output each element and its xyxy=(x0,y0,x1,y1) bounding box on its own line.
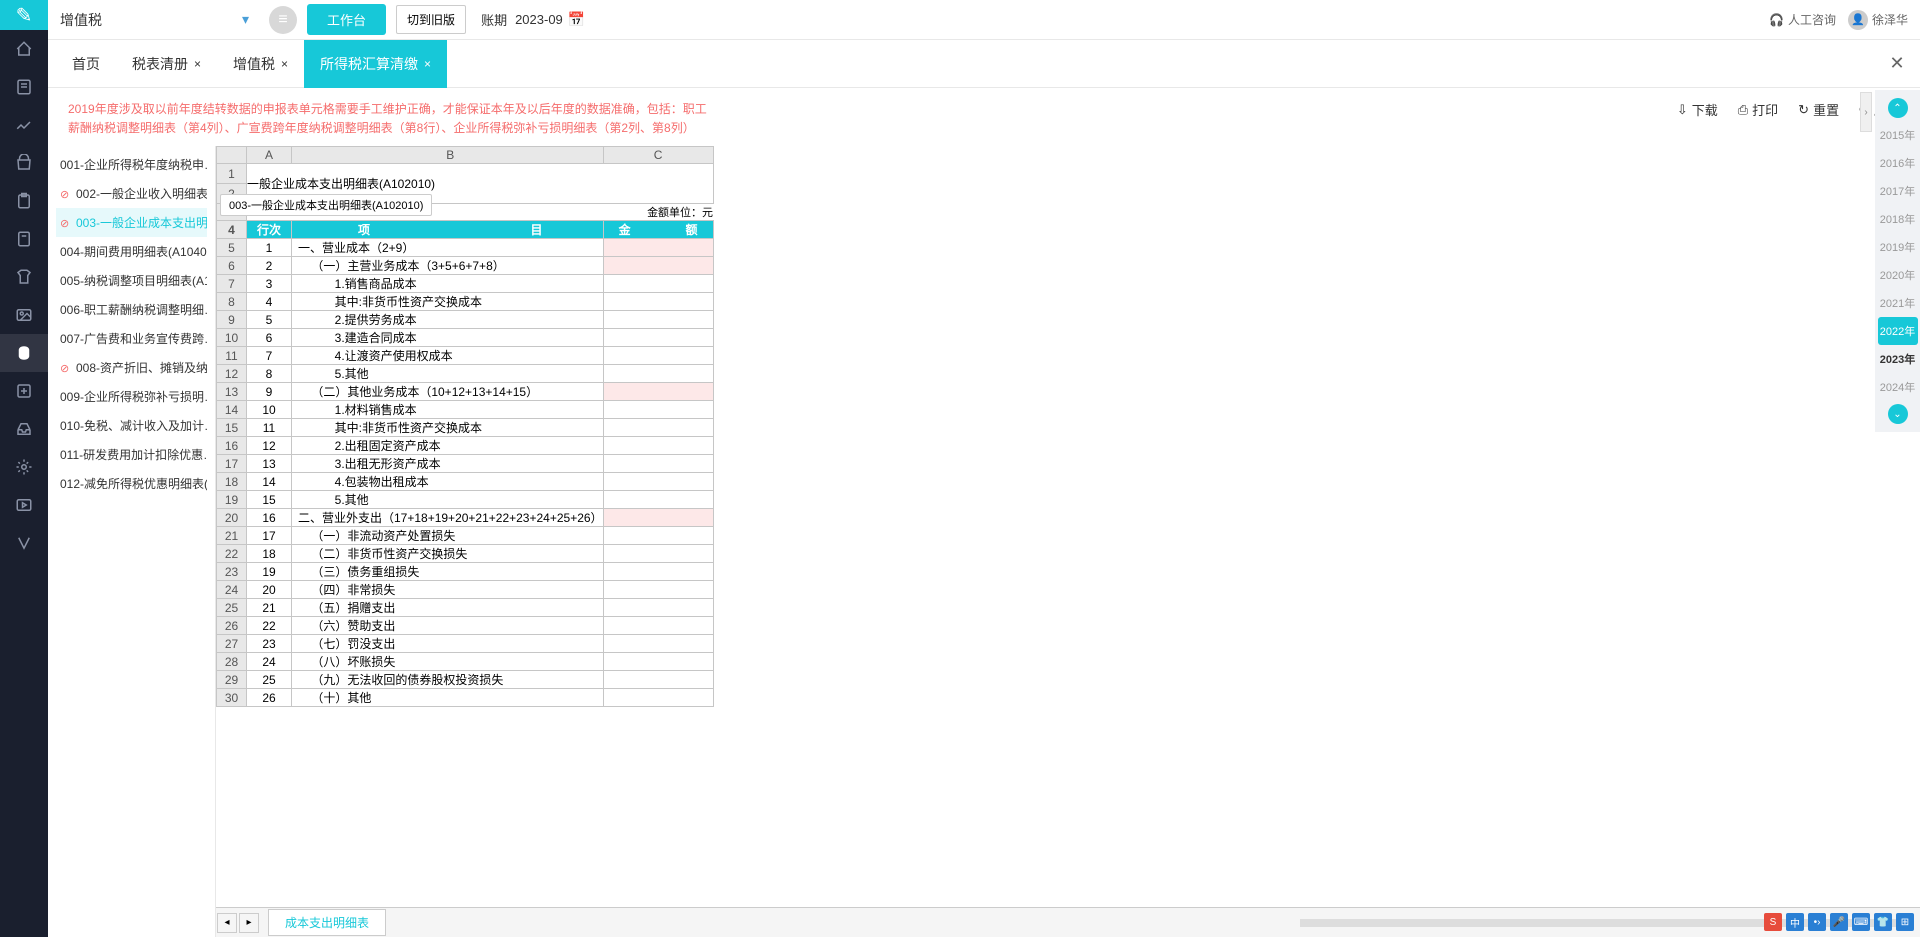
form-list-item[interactable]: ⊘003-一般企业成本支出明细… xyxy=(56,208,207,237)
form-list: 001-企业所得税年度纳税申…⊘002-一般企业收入明细表(A…⊘003-一般企… xyxy=(48,146,216,937)
form-list-item[interactable]: 005-纳税调整项目明细表(A1… xyxy=(56,266,207,295)
app-logo[interactable]: ✎ xyxy=(0,0,48,30)
nav-calc[interactable] xyxy=(0,220,48,258)
year-panel: ⌃ 2015年2016年2017年2018年2019年2020年2021年202… xyxy=(1875,90,1920,432)
print-icon: ⎙ xyxy=(1738,102,1748,118)
tab-增值税[interactable]: 增值税× xyxy=(217,40,304,88)
warning-icon: ⊘ xyxy=(60,217,72,229)
nav-tax[interactable] xyxy=(0,334,48,372)
calendar-icon[interactable]: 📅 xyxy=(568,11,585,28)
year-button[interactable]: 2022年 xyxy=(1878,317,1918,345)
tab-close-icon[interactable]: × xyxy=(424,57,431,71)
form-list-item[interactable]: ⊘002-一般企业收入明细表(A… xyxy=(56,179,207,208)
form-list-item[interactable]: 010-免税、减计收入及加计… xyxy=(56,411,207,440)
form-list-item[interactable]: ⊘008-资产折旧、摊销及纳税… xyxy=(56,353,207,382)
chevron-down-icon: ▾ xyxy=(242,11,249,28)
consult-link[interactable]: 🎧 人工咨询 xyxy=(1769,11,1836,28)
nav-export[interactable] xyxy=(0,372,48,410)
nav-shirt[interactable] xyxy=(0,258,48,296)
year-button[interactable]: 2024年 xyxy=(1878,373,1918,401)
avatar-icon: 👤 xyxy=(1848,10,1868,30)
list-icon-button[interactable]: ≡ xyxy=(269,6,297,34)
form-list-item[interactable]: 001-企业所得税年度纳税申… xyxy=(56,150,207,179)
module-name: 增值税 xyxy=(60,10,102,30)
year-up-button[interactable]: ⌃ xyxy=(1888,98,1908,118)
tab-close-icon[interactable]: × xyxy=(194,57,201,71)
year-button[interactable]: 2023年 xyxy=(1878,345,1918,373)
consult-label: 人工咨询 xyxy=(1788,11,1836,28)
nav-bag[interactable] xyxy=(0,144,48,182)
form-list-item[interactable]: 004-期间费用明细表(A1040… xyxy=(56,237,207,266)
sheet-tab-bar: ◂ ▸ 成本支出明细表 xyxy=(216,907,1920,937)
headset-icon: 🎧 xyxy=(1769,13,1784,27)
warning-icon: ⊘ xyxy=(60,188,72,200)
top-header: 增值税 ▾ ≡ 工作台 切到旧版 账期 2023-09 📅 🎧 人工咨询 👤 徐… xyxy=(48,0,1920,40)
tab-首页[interactable]: 首页 xyxy=(56,40,116,88)
year-button[interactable]: 2016年 xyxy=(1878,149,1918,177)
tab-close-icon[interactable]: × xyxy=(281,57,288,71)
workspace-button[interactable]: 工作台 xyxy=(307,4,386,35)
breadcrumb-chip: 003-一般企业成本支出明细表(A102010) xyxy=(220,194,432,216)
sheet-tab[interactable]: 成本支出明细表 xyxy=(268,909,386,936)
nav-v[interactable] xyxy=(0,524,48,562)
year-button[interactable]: 2015年 xyxy=(1878,121,1918,149)
left-sidebar: ✎ xyxy=(0,0,48,937)
period-label: 账期 xyxy=(481,10,507,29)
download-icon: ⇩ xyxy=(1677,102,1688,118)
ime-lang[interactable]: 中 xyxy=(1786,913,1804,931)
nav-chart[interactable] xyxy=(0,106,48,144)
form-list-item[interactable]: 007-广告费和业务宣传费跨… xyxy=(56,324,207,353)
reset-icon: ↻ xyxy=(1798,102,1809,118)
spreadsheet[interactable]: ABC1一般企业成本支出明细表(A102010)23金额单位：元4行次项目金额5… xyxy=(216,146,1920,907)
page-tabs: 首页税表清册×增值税×所得税汇算清缴× ✕ xyxy=(48,40,1920,88)
switch-old-button[interactable]: 切到旧版 xyxy=(396,5,466,34)
ime-skin[interactable]: 👕 xyxy=(1874,913,1892,931)
form-list-item[interactable]: 011-研发费用加计扣除优惠… xyxy=(56,440,207,469)
warning-icon: ⊘ xyxy=(60,362,72,374)
period-value[interactable]: 2023-09 xyxy=(515,12,563,27)
sheet-nav-first[interactable]: ◂ xyxy=(217,913,237,933)
nav-home[interactable] xyxy=(0,30,48,68)
year-button[interactable]: 2020年 xyxy=(1878,261,1918,289)
ime-keyboard[interactable]: ⌨ xyxy=(1852,913,1870,931)
username-label: 徐泽华 xyxy=(1872,11,1908,28)
nav-clipboard[interactable] xyxy=(0,182,48,220)
ime-tray: S 中 •› 🎤 ⌨ 👕 ⊞ xyxy=(1764,913,1914,931)
year-panel-expand[interactable]: › xyxy=(1860,92,1872,132)
year-button[interactable]: 2017年 xyxy=(1878,177,1918,205)
nav-settings[interactable] xyxy=(0,448,48,486)
sheet-nav-prev[interactable]: ▸ xyxy=(239,913,259,933)
user-menu[interactable]: 👤 徐泽华 xyxy=(1848,10,1908,30)
close-all-tabs[interactable]: ✕ xyxy=(1882,49,1912,79)
form-list-item[interactable]: 006-职工薪酬纳税调整明细… xyxy=(56,295,207,324)
nav-image[interactable] xyxy=(0,296,48,334)
tab-所得税汇算清缴[interactable]: 所得税汇算清缴× xyxy=(304,40,447,88)
nav-video[interactable] xyxy=(0,486,48,524)
nav-inbox[interactable] xyxy=(0,410,48,448)
form-list-item[interactable]: 012-减免所得税优惠明细表(… xyxy=(56,469,207,498)
year-button[interactable]: 2019年 xyxy=(1878,233,1918,261)
nav-doc[interactable] xyxy=(0,68,48,106)
download-button[interactable]: ⇩下载 xyxy=(1677,100,1718,119)
year-down-button[interactable]: ⌄ xyxy=(1888,404,1908,424)
ime-logo[interactable]: S xyxy=(1764,913,1782,931)
tab-税表清册[interactable]: 税表清册× xyxy=(116,40,217,88)
module-select[interactable]: 增值税 ▾ xyxy=(60,10,249,30)
warning-text: 2019年度涉及取以前年度结转数据的申报表单元格需要手工维护正确，才能保证本年及… xyxy=(68,100,718,138)
form-list-item[interactable]: 009-企业所得税弥补亏损明… xyxy=(56,382,207,411)
ime-tool[interactable]: ⊞ xyxy=(1896,913,1914,931)
ime-punct[interactable]: •› xyxy=(1808,913,1826,931)
year-button[interactable]: 2021年 xyxy=(1878,289,1918,317)
ime-voice[interactable]: 🎤 xyxy=(1830,913,1848,931)
reset-button[interactable]: ↻重置 xyxy=(1798,100,1839,119)
year-button[interactable]: 2018年 xyxy=(1878,205,1918,233)
print-button[interactable]: ⎙打印 xyxy=(1738,100,1778,119)
